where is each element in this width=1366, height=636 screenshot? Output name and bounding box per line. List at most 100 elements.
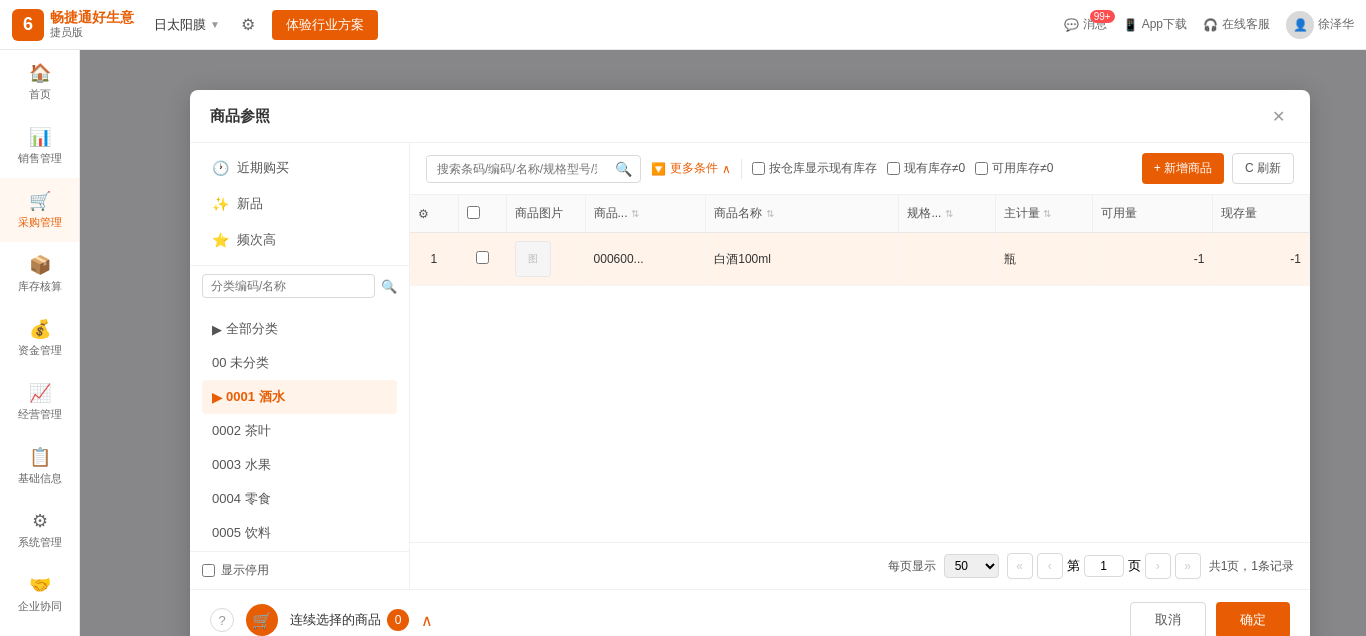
purchase-icon: 🛒 — [29, 190, 51, 212]
product-search-input[interactable] — [427, 157, 607, 181]
col-checkbox — [458, 195, 506, 233]
stock-nonzero-filter[interactable]: 现有库存≠0 — [887, 160, 965, 177]
col-unit-sort-icon[interactable]: ⇅ — [1043, 208, 1051, 219]
warehouse-filter[interactable]: 按仓库显示现有库存 — [752, 160, 877, 177]
sidebar-label-basic: 基础信息 — [18, 471, 62, 486]
sidebar-item-enterprise[interactable]: 🤝 企业协同 — [0, 562, 79, 626]
page-end-label: 页 — [1128, 557, 1141, 575]
refresh-button[interactable]: C 刷新 — [1232, 153, 1294, 184]
sidebar-item-home[interactable]: 🏠 首页 — [0, 50, 79, 114]
col-avail-header: 可用量 — [1092, 195, 1213, 233]
table-row[interactable]: 1 图 000600... 白酒100ml — [410, 233, 1310, 286]
category-liquor-label: 0001 酒水 — [226, 388, 285, 406]
show-disabled-checkbox[interactable] — [202, 564, 215, 577]
app-download-button[interactable]: 📱 App下载 — [1123, 16, 1187, 33]
warehouse-filter-checkbox[interactable] — [752, 162, 765, 175]
product-table-area: ⚙ 商品图片 商品... ⇅ — [410, 195, 1310, 542]
category-search-icon[interactable]: 🔍 — [381, 279, 397, 294]
settings-icon[interactable]: ⚙ — [232, 9, 264, 41]
col-code-sort-icon[interactable]: ⇅ — [631, 208, 639, 219]
sales-icon: 📊 — [29, 126, 51, 148]
frequent-tab[interactable]: ⭐ 频次高 — [202, 223, 397, 257]
category-fruit[interactable]: 0003 水果 — [202, 448, 397, 482]
col-spec-sort-icon[interactable]: ⇅ — [945, 208, 953, 219]
category-drink[interactable]: 0005 饮料 — [202, 516, 397, 550]
confirm-button[interactable]: 确定 — [1216, 602, 1290, 636]
stock-nonzero-label: 现有库存≠0 — [904, 160, 965, 177]
sidebar-label-system: 系统管理 — [18, 535, 62, 550]
page-next-button[interactable]: › — [1145, 553, 1171, 579]
page-size-label: 每页显示 — [888, 558, 936, 575]
category-uncategorized-label: 00 未分类 — [212, 354, 269, 372]
sidebar-item-finance[interactable]: 💰 资金管理 — [0, 306, 79, 370]
service-button[interactable]: 🎧 在线客服 — [1203, 16, 1270, 33]
category-liquor[interactable]: ▶ 0001 酒水 — [202, 380, 397, 414]
collapse-arrow-icon[interactable]: ∧ — [421, 611, 433, 630]
page-size-select[interactable]: 50 10 20 100 — [944, 554, 999, 578]
sidebar: 🏠 首页 📊 销售管理 🛒 采购管理 📦 库存核算 💰 资金管理 📈 经营管理 … — [0, 50, 80, 636]
sidebar-label-home: 首页 — [29, 87, 51, 102]
system-icon: ⚙ — [32, 510, 48, 532]
navbar: 6 畅捷通好生意 捷员版 日太阳膜 ▼ ⚙ 体验行业方案 💬 消息 99+ 📱 … — [0, 0, 1366, 50]
col-spec-header[interactable]: 规格... ⇅ — [899, 195, 996, 233]
col-unit-header[interactable]: 主计量 ⇅ — [996, 195, 1093, 233]
sidebar-label-sales: 销售管理 — [18, 151, 62, 166]
cancel-button[interactable]: 取消 — [1130, 602, 1206, 636]
available-nonzero-checkbox[interactable] — [975, 162, 988, 175]
home-icon: 🏠 — [29, 62, 51, 84]
filter-more-label: 更多条件 — [670, 160, 718, 177]
recent-purchase-tab[interactable]: 🕐 近期购买 — [202, 151, 397, 185]
sidebar-item-guide[interactable]: 📖 新手引导 — [0, 626, 79, 636]
continuous-count: 0 — [387, 609, 409, 631]
store-selector[interactable]: 日太阳膜 ▼ — [142, 12, 232, 38]
page-last-button[interactable]: » — [1175, 553, 1201, 579]
col-settings[interactable]: ⚙ — [410, 195, 458, 233]
sidebar-item-business[interactable]: 📈 经营管理 — [0, 370, 79, 434]
category-all-label: 全部分类 — [226, 320, 278, 338]
modal-header: 商品参照 ✕ — [190, 90, 1310, 143]
logo-area: 6 畅捷通好生意 捷员版 — [12, 9, 142, 41]
category-all[interactable]: ▶ 全部分类 — [202, 312, 397, 346]
category-tea[interactable]: 0002 茶叶 — [202, 414, 397, 448]
select-all-checkbox[interactable] — [467, 206, 480, 219]
col-code-header[interactable]: 商品... ⇅ — [585, 195, 706, 233]
logo-sub: 捷员版 — [50, 25, 134, 40]
row-checkbox[interactable] — [476, 251, 489, 264]
experience-button[interactable]: 体验行业方案 — [272, 10, 378, 40]
stock-nonzero-checkbox[interactable] — [887, 162, 900, 175]
category-snack-label: 0004 零食 — [212, 490, 271, 508]
sidebar-item-system[interactable]: ⚙ 系统管理 — [0, 498, 79, 562]
row-checkbox-cell — [458, 233, 506, 286]
col-name-header[interactable]: 商品名称 ⇅ — [706, 195, 899, 233]
filter-bar: 🔍 🔽 更多条件 ∧ 按仓库显示现有库存 — [410, 143, 1310, 195]
product-search-button[interactable]: 🔍 — [607, 156, 640, 182]
logo-text: 畅捷通好生意 — [50, 9, 134, 26]
continuous-label: 连续选择的商品 0 — [290, 609, 409, 631]
store-name: 日太阳膜 — [154, 16, 206, 34]
page-input[interactable] — [1084, 555, 1124, 577]
add-product-button[interactable]: + 新增商品 — [1142, 153, 1224, 184]
available-nonzero-filter[interactable]: 可用库存≠0 — [975, 160, 1053, 177]
message-button[interactable]: 💬 消息 99+ — [1064, 16, 1107, 33]
layout: 🏠 首页 📊 销售管理 🛒 采购管理 📦 库存核算 💰 资金管理 📈 经营管理 … — [0, 50, 1366, 636]
user-menu[interactable]: 👤 徐泽华 — [1286, 11, 1354, 39]
username: 徐泽华 — [1318, 16, 1354, 33]
modal-close-button[interactable]: ✕ — [1266, 104, 1290, 128]
sidebar-item-inventory[interactable]: 📦 库存核算 — [0, 242, 79, 306]
page-first-button[interactable]: « — [1007, 553, 1033, 579]
col-name-sort-icon[interactable]: ⇅ — [766, 208, 774, 219]
main-content: 商品参照 ✕ 🕐 近期购买 ✨ 新品 — [80, 50, 1366, 636]
category-search: 🔍 — [190, 265, 409, 306]
more-filters-button[interactable]: 🔽 更多条件 ∧ — [651, 160, 731, 177]
app-label: App下载 — [1142, 16, 1187, 33]
new-product-tab[interactable]: ✨ 新品 — [202, 187, 397, 221]
category-search-input[interactable] — [202, 274, 375, 298]
sidebar-item-sales[interactable]: 📊 销售管理 — [0, 114, 79, 178]
help-button[interactable]: ? — [210, 608, 234, 632]
sidebar-item-purchase[interactable]: 🛒 采购管理 — [0, 178, 79, 242]
category-uncategorized[interactable]: 00 未分类 — [202, 346, 397, 380]
cart-button[interactable]: 🛒 — [246, 604, 278, 636]
sidebar-item-basic[interactable]: 📋 基础信息 — [0, 434, 79, 498]
category-snack[interactable]: 0004 零食 — [202, 482, 397, 516]
page-prev-button[interactable]: ‹ — [1037, 553, 1063, 579]
